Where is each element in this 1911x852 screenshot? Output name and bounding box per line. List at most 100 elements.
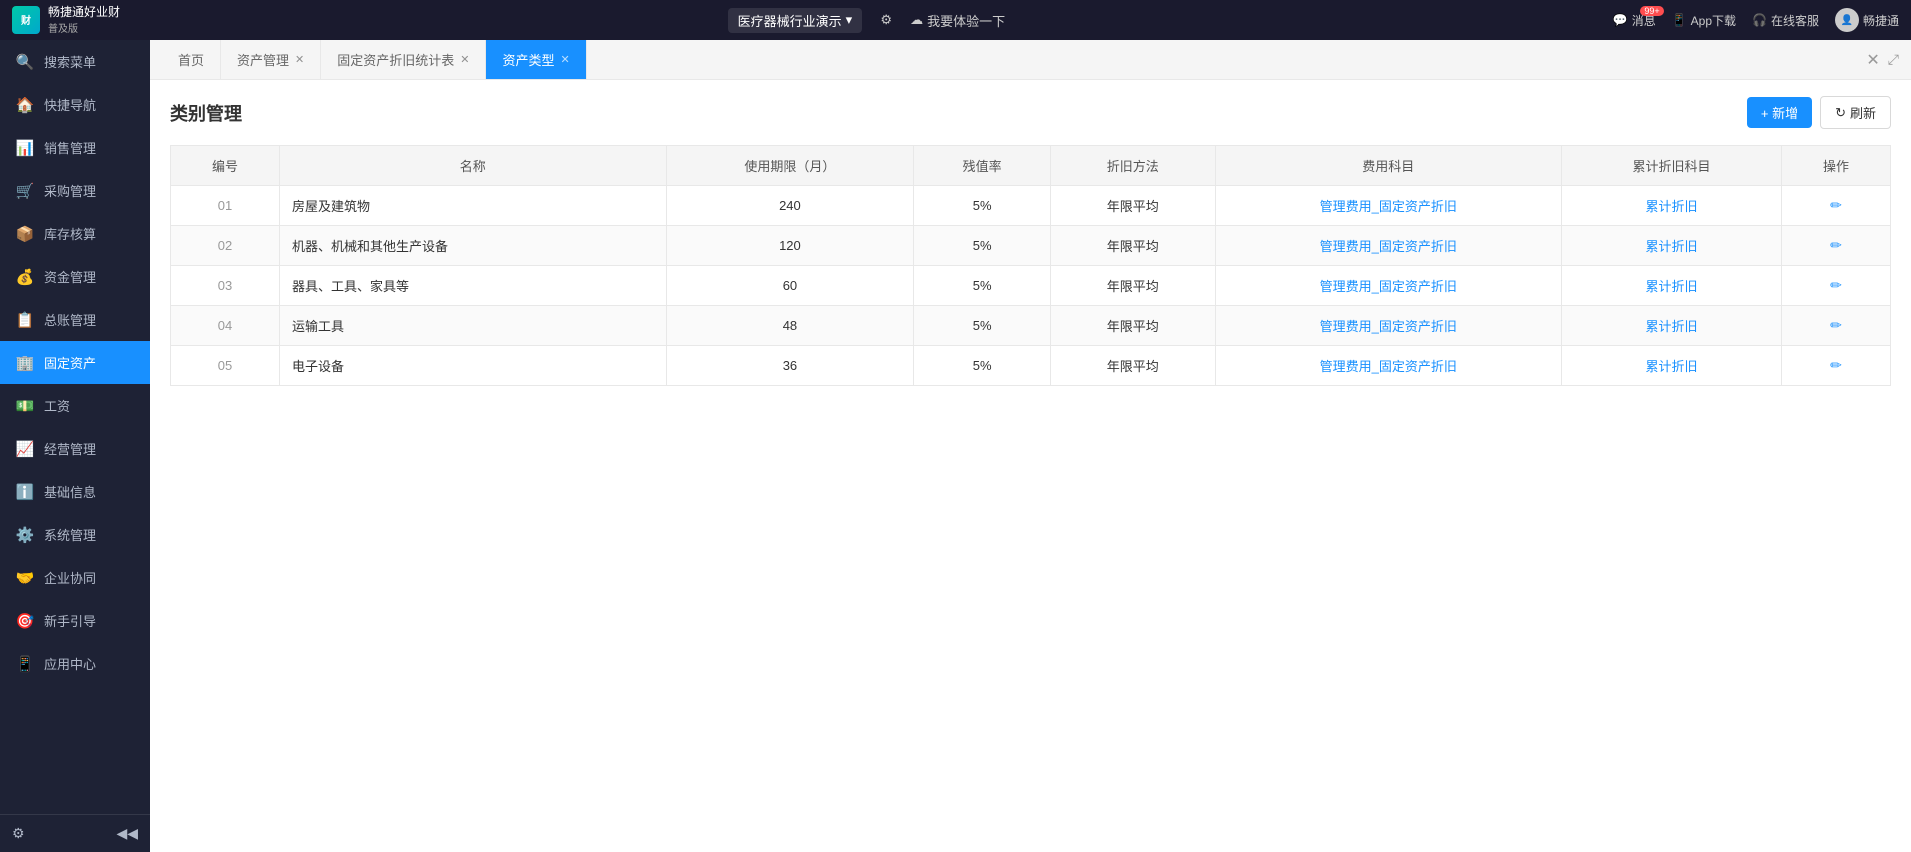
accumulated-link-2[interactable]: 累计折旧 [1645, 279, 1697, 294]
sidebar-item-basic-info[interactable]: ℹ️ 基础信息 [0, 470, 150, 513]
cell-residual-1: 5% [914, 226, 1051, 266]
cell-residual-3: 5% [914, 306, 1051, 346]
sidebar-bottom: ⚙ ◀◀ [0, 814, 150, 852]
tab-asset-management-label: 资产管理 [237, 50, 289, 69]
page-header: 类别管理 + 新增 ↻ 刷新 [170, 96, 1891, 129]
col-expense-subject: 费用科目 [1215, 146, 1561, 186]
expense-link-1[interactable]: 管理费用_固定资产折旧 [1320, 239, 1457, 254]
settings-bottom-icon[interactable]: ⚙ [12, 825, 25, 842]
sidebar-item-guide[interactable]: 🎯 新手引导 [0, 599, 150, 642]
close-window-icon[interactable]: ✕ [1866, 50, 1879, 70]
table-row: 05 电子设备 36 5% 年限平均 管理费用_固定资产折旧 累计折旧 ✏ [171, 346, 1891, 386]
search-icon: 🔍 [16, 53, 34, 71]
system-icon: ⚙️ [16, 526, 34, 544]
col-depreciation-method: 折旧方法 [1051, 146, 1215, 186]
user-profile[interactable]: 👤 畅捷通 [1835, 8, 1899, 32]
sidebar-item-sales[interactable]: 📊 销售管理 [0, 126, 150, 169]
expense-link-2[interactable]: 管理费用_固定资产折旧 [1320, 279, 1457, 294]
table-body: 01 房屋及建筑物 240 5% 年限平均 管理费用_固定资产折旧 累计折旧 ✏… [171, 186, 1891, 386]
sidebar-item-ledger[interactable]: 📋 总账管理 [0, 298, 150, 341]
sidebar-item-system[interactable]: ⚙️ 系统管理 [0, 513, 150, 556]
download-icon: 📱 [1672, 13, 1687, 27]
cell-code-2: 03 [171, 266, 280, 306]
experience-button[interactable]: ☁ 我要体验一下 [910, 11, 1005, 30]
sidebar-item-capital[interactable]: 💰 资金管理 [0, 255, 150, 298]
tab-depreciation-table[interactable]: 固定资产折旧统计表 ✕ [321, 40, 486, 79]
message-button[interactable]: 💬 消息 99+ [1613, 12, 1656, 29]
cell-accumulated-1: 累计折旧 [1562, 226, 1782, 266]
sidebar-item-fixed-assets[interactable]: 🏢 固定资产 [0, 341, 150, 384]
cell-method-4: 年限平均 [1051, 346, 1215, 386]
tab-home-label: 首页 [178, 50, 204, 69]
cell-action-4: ✏ [1782, 346, 1891, 386]
sidebar-item-quick-nav[interactable]: 🏠 快捷导航 [0, 83, 150, 126]
accumulated-link-3[interactable]: 累计折旧 [1645, 319, 1697, 334]
new-button[interactable]: + 新增 [1747, 97, 1812, 128]
accumulated-link-4[interactable]: 累计折旧 [1645, 359, 1697, 374]
logo-icon: 财 [12, 6, 40, 34]
cell-method-1: 年限平均 [1051, 226, 1215, 266]
refresh-label: 刷新 [1850, 103, 1876, 122]
sidebar-label-salary: 工资 [44, 396, 70, 415]
message-badge: 99+ [1640, 6, 1663, 16]
expense-link-0[interactable]: 管理费用_固定资产折旧 [1320, 199, 1457, 214]
edit-button-1[interactable]: ✏ [1830, 237, 1842, 253]
cell-name-2: 器具、工具、家具等 [279, 266, 666, 306]
tab-asset-type-close[interactable]: ✕ [561, 53, 570, 66]
cell-accumulated-4: 累计折旧 [1562, 346, 1782, 386]
tab-home[interactable]: 首页 [162, 40, 221, 79]
edit-button-2[interactable]: ✏ [1830, 277, 1842, 293]
cell-code-1: 02 [171, 226, 280, 266]
collapse-icon[interactable]: ◀◀ [116, 825, 138, 842]
sales-icon: 📊 [16, 139, 34, 157]
expand-icon[interactable]: ⤢ [1888, 51, 1899, 68]
cell-accumulated-0: 累计折旧 [1562, 186, 1782, 226]
sidebar-label-system: 系统管理 [44, 525, 96, 544]
expense-link-4[interactable]: 管理费用_固定资产折旧 [1320, 359, 1457, 374]
logo-section: 财 畅捷通好业财 普及版 [12, 5, 120, 34]
edit-button-4[interactable]: ✏ [1830, 357, 1842, 373]
sidebar: 🔍 搜索菜单 🏠 快捷导航 📊 销售管理 🛒 采购管理 📦 库存核算 💰 资金管… [0, 40, 150, 852]
sidebar-item-purchase[interactable]: 🛒 采购管理 [0, 169, 150, 212]
sidebar-item-search[interactable]: 🔍 搜索菜单 [0, 40, 150, 83]
demo-selector[interactable]: 医疗器械行业演示 ▾ [728, 8, 863, 33]
cell-period-2: 60 [666, 266, 914, 306]
settings-icon[interactable]: ⚙ [874, 8, 898, 32]
tab-asset-type[interactable]: 资产类型 ✕ [486, 40, 586, 79]
edit-button-0[interactable]: ✏ [1830, 197, 1842, 213]
content-area: 首页 资产管理 ✕ 固定资产折旧统计表 ✕ 资产类型 ✕ ✕ ⤢ [150, 40, 1911, 852]
cell-action-0: ✏ [1782, 186, 1891, 226]
sidebar-label-search: 搜索菜单 [44, 52, 96, 71]
tab-asset-management[interactable]: 资产管理 ✕ [221, 40, 321, 79]
table-header: 编号 名称 使用期限（月） 残值率 折旧方法 费用科目 累计折旧科目 操作 [171, 146, 1891, 186]
cell-expense-2: 管理费用_固定资产折旧 [1215, 266, 1561, 306]
cell-period-0: 240 [666, 186, 914, 226]
app-download-button[interactable]: 📱 App下载 [1672, 12, 1736, 29]
refresh-button[interactable]: ↻ 刷新 [1820, 96, 1891, 129]
sidebar-item-app-center[interactable]: 📱 应用中心 [0, 642, 150, 685]
tab-depreciation-close[interactable]: ✕ [460, 53, 469, 66]
sidebar-item-salary[interactable]: 💵 工资 [0, 384, 150, 427]
expense-link-3[interactable]: 管理费用_固定资产折旧 [1320, 319, 1457, 334]
sidebar-label-operations: 经营管理 [44, 439, 96, 458]
sidebar-item-inventory[interactable]: 📦 库存核算 [0, 212, 150, 255]
basic-info-icon: ℹ️ [16, 483, 34, 501]
accumulated-link-1[interactable]: 累计折旧 [1645, 239, 1697, 254]
edit-button-3[interactable]: ✏ [1830, 317, 1842, 333]
avatar: 👤 [1835, 8, 1859, 32]
col-name: 名称 [279, 146, 666, 186]
online-service-button[interactable]: 🎧 在线客服 [1752, 12, 1819, 29]
tab-asset-management-close[interactable]: ✕ [295, 53, 304, 66]
cell-residual-4: 5% [914, 346, 1051, 386]
cell-residual-2: 5% [914, 266, 1051, 306]
cell-period-3: 48 [666, 306, 914, 346]
cell-code-0: 01 [171, 186, 280, 226]
accumulated-link-0[interactable]: 累计折旧 [1645, 199, 1697, 214]
cell-method-3: 年限平均 [1051, 306, 1215, 346]
home-icon: 🏠 [16, 96, 34, 114]
col-residual-rate: 残值率 [914, 146, 1051, 186]
sidebar-item-operations[interactable]: 📈 经营管理 [0, 427, 150, 470]
enterprise-icon: 🤝 [16, 569, 34, 587]
operations-icon: 📈 [16, 440, 34, 458]
sidebar-item-enterprise[interactable]: 🤝 企业协同 [0, 556, 150, 599]
